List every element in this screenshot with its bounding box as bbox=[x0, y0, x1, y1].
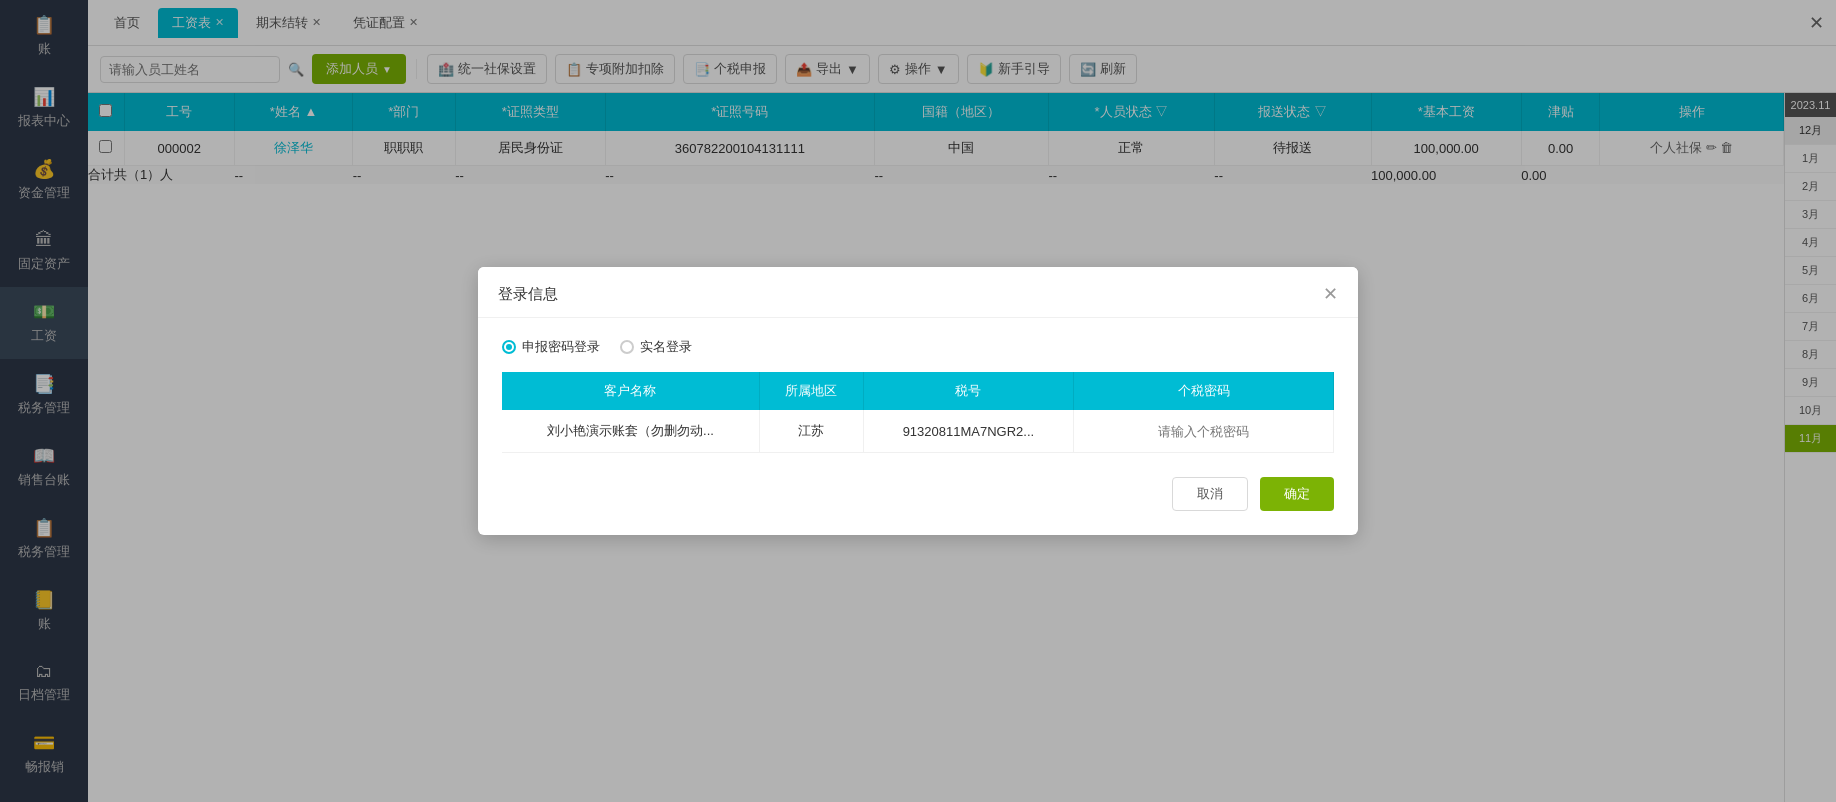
radio-password-circle bbox=[502, 340, 516, 354]
radio-group: 申报密码登录 实名登录 bbox=[502, 338, 1334, 356]
client-region: 江苏 bbox=[759, 410, 863, 453]
radio-realname-login[interactable]: 实名登录 bbox=[620, 338, 692, 356]
cancel-button[interactable]: 取消 bbox=[1172, 477, 1248, 511]
dialog-table-row: 刘小艳演示账套（勿删勿动... 江苏 91320811MA7NGR2... bbox=[502, 410, 1334, 453]
dialog-close-button[interactable]: ✕ bbox=[1323, 283, 1338, 305]
dialog-overlay: 登录信息 ✕ 申报密码登录 实名登录 客户名称 所属 bbox=[0, 0, 1836, 802]
client-name: 刘小艳演示账套（勿删勿动... bbox=[502, 410, 759, 453]
confirm-button[interactable]: 确定 bbox=[1260, 477, 1334, 511]
dialog-table-header: 客户名称 所属地区 税号 个税密码 bbox=[502, 372, 1334, 410]
dialog-header: 登录信息 ✕ bbox=[478, 267, 1358, 318]
radio-password-label: 申报密码登录 bbox=[522, 338, 600, 356]
dialog-title: 登录信息 bbox=[498, 285, 558, 304]
individual-tax-password-input[interactable] bbox=[1086, 424, 1321, 439]
dialog-header-region: 所属地区 bbox=[759, 372, 863, 410]
client-taxid: 91320811MA7NGR2... bbox=[863, 410, 1074, 453]
password-input-cell[interactable] bbox=[1074, 410, 1334, 453]
login-dialog: 登录信息 ✕ 申报密码登录 实名登录 客户名称 所属 bbox=[478, 267, 1358, 535]
dialog-table: 客户名称 所属地区 税号 个税密码 刘小艳演示账套（勿删勿动... 江苏 913… bbox=[502, 372, 1334, 453]
dialog-header-password: 个税密码 bbox=[1074, 372, 1334, 410]
dialog-header-taxid: 税号 bbox=[863, 372, 1074, 410]
radio-realname-label: 实名登录 bbox=[640, 338, 692, 356]
dialog-header-name: 客户名称 bbox=[502, 372, 759, 410]
radio-realname-circle bbox=[620, 340, 634, 354]
dialog-body: 申报密码登录 实名登录 客户名称 所属地区 税号 个税密码 bbox=[478, 318, 1358, 535]
dialog-footer: 取消 确定 bbox=[502, 469, 1334, 515]
radio-password-login[interactable]: 申报密码登录 bbox=[502, 338, 600, 356]
